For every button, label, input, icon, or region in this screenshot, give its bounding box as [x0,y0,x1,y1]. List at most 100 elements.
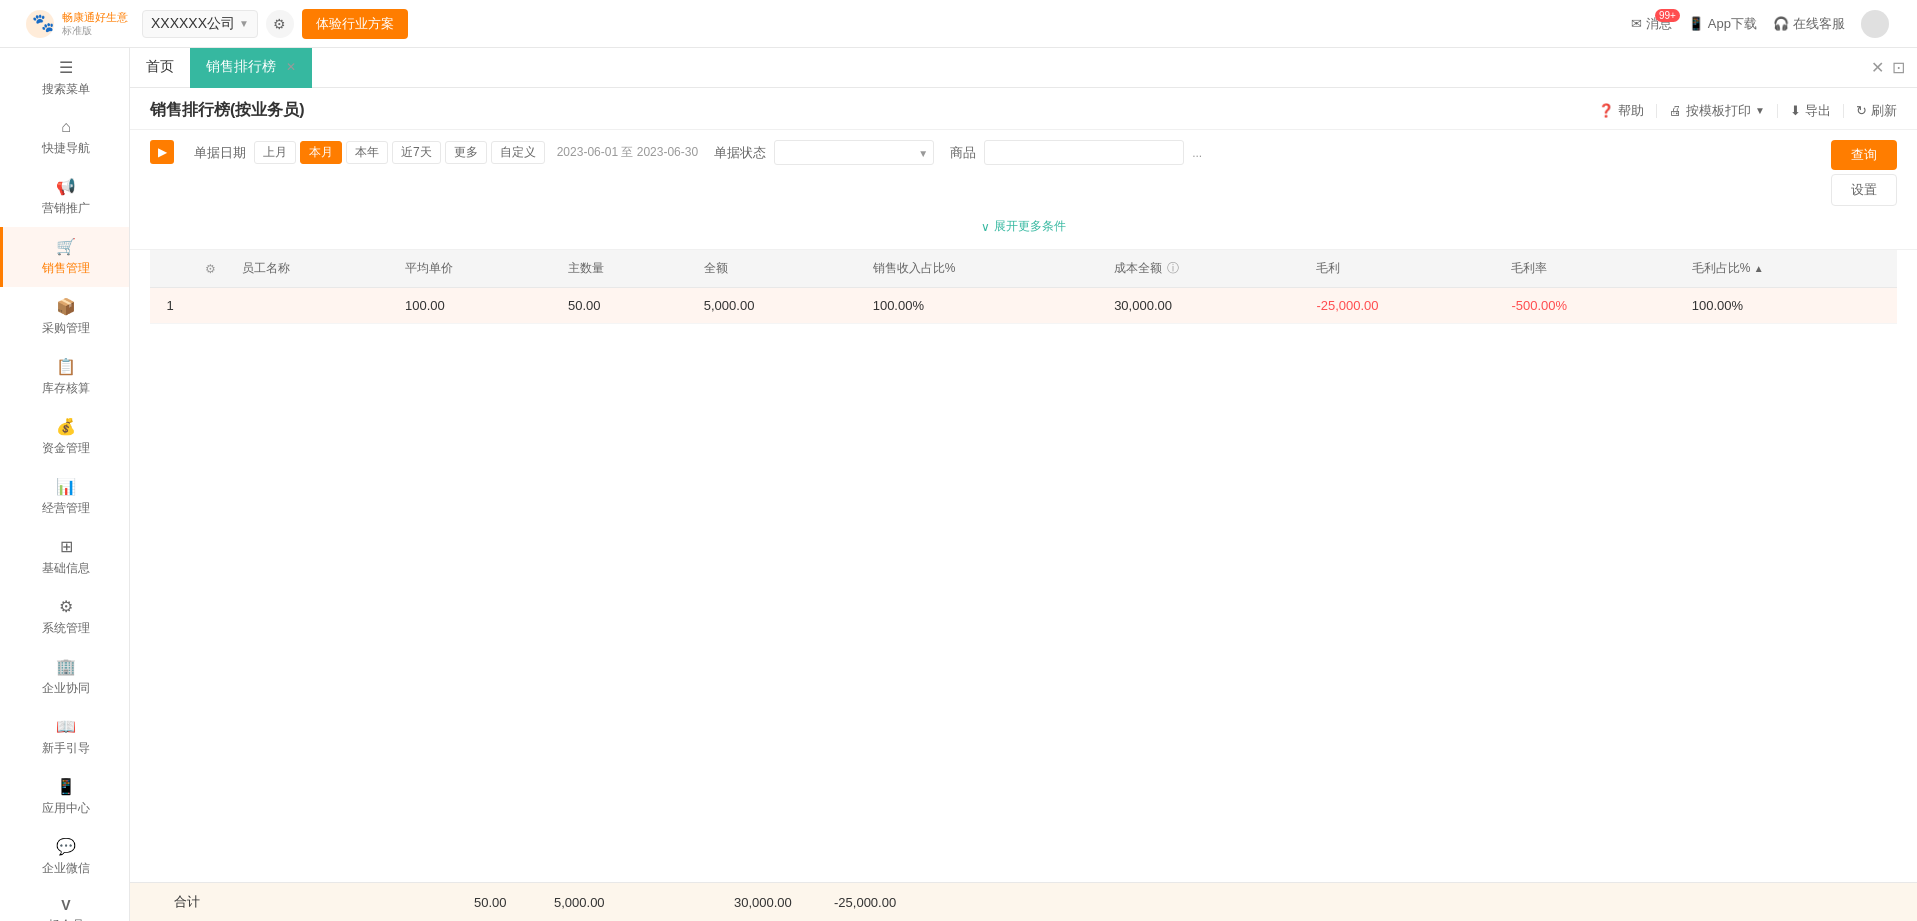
header-divider2 [1777,104,1778,118]
header-divider [1656,104,1657,118]
sidebar-item-inventory[interactable]: 📋 库存核算 [0,347,129,407]
expand-down-icon: ∨ [981,220,990,234]
sidebar-item-enterprise[interactable]: 🏢 企业协同 [0,647,129,707]
footer-label: 合计 [162,893,382,911]
top-bar-right: ✉ 消息 99+ 📱 App下载 🎧 在线客服 [1631,10,1905,38]
sidebar-item-finance[interactable]: 💰 资金管理 [0,407,129,467]
sidebar-item-quick-nav[interactable]: ⌂ 快捷导航 [0,108,129,167]
status-filter-item: 单据状态 [714,140,934,165]
col-gross-rate-header: 毛利率 [1499,250,1679,288]
col-gross-pct-header: 毛利占比% ▲ [1680,250,1897,288]
filter-setting-button[interactable]: 设置 [1831,174,1897,206]
online-service-label: 在线客服 [1793,15,1845,33]
filter-action-buttons: 查询 设置 [1831,140,1897,206]
sidebar-item-guide[interactable]: 📖 新手引导 [0,707,129,767]
page-title: 销售排行榜(按业务员) [150,100,305,121]
status-select[interactable] [774,140,934,165]
gross-pct-sort-icon[interactable]: ▲ [1754,263,1764,274]
app-download-button[interactable]: 📱 App下载 [1688,15,1757,33]
tab-sales-ranking[interactable]: 销售排行榜 ✕ [190,48,312,88]
more-conditions-link[interactable]: ... [1192,146,1202,160]
headset-icon: 🎧 [1773,16,1789,31]
tab-close-all-icon[interactable]: ✕ [1871,58,1884,77]
mobile-icon: 📱 [1688,16,1704,31]
app-download-label: App下载 [1708,15,1757,33]
sidebar-item-sales[interactable]: 🛒 销售管理 [0,227,129,287]
sidebar-item-search[interactable]: ☰ 搜索菜单 [0,48,129,108]
sidebar-item-member[interactable]: V 畅会员 [0,887,129,921]
expand-conditions-button[interactable]: ∨ 展开更多条件 [977,214,1070,239]
col-rank-header [150,250,190,288]
main-content: 销售排行榜(按业务员) ❓ 帮助 🖨 按模板打印 ▼ [130,88,1917,921]
company-name: XXXXXX公司 [151,15,235,33]
app-center-icon: 📱 [56,777,76,796]
goods-input[interactable] [984,140,1184,165]
print-dropdown-icon: ▼ [1755,105,1765,116]
svg-text:🐾: 🐾 [32,12,55,34]
company-selector[interactable]: XXXXXX公司 ▼ [142,10,258,38]
header-divider3 [1843,104,1844,118]
cell-rank: 1 [150,288,190,324]
cell-sales-pct: 100.00% [861,288,1102,324]
member-icon: V [61,897,70,913]
operation-icon: 📊 [56,477,76,496]
cell-qty: 50.00 [556,288,692,324]
export-button[interactable]: ⬇ 导出 [1790,102,1831,120]
table-row: 1 100.00 50.00 5,000.00 100.00% 30,000.0… [150,288,1897,324]
filter-row-1: 单据日期 上月 本月 本年 近7天 更多 自定义 [194,140,1815,165]
date-range-display: 2023-06-01 至 2023-06-30 [557,144,698,161]
cell-gross: -25,000.00 [1304,288,1499,324]
tab-close-icon[interactable]: ✕ [286,60,296,74]
date-filter-item: 单据日期 上月 本月 本年 近7天 更多 自定义 [194,141,698,164]
sales-ranking-table: ⚙ 员工名称 平均单价 主数量 全额 销售收入占比% 成本全额 ⓘ 毛利 毛利率… [150,250,1897,324]
filter-toggle-btn[interactable]: ▶ [150,140,174,164]
settings-button[interactable]: ⚙ [266,10,294,38]
tab-restore-icon[interactable]: ⊡ [1892,58,1905,77]
filter-left: 单据日期 上月 本月 本年 近7天 更多 自定义 [194,140,1815,165]
top-bar: 🐾 畅康通好生意 标准版 XXXXXX公司 ▼ ⚙ 体验行业方案 ✉ 消息 99… [0,0,1917,48]
sidebar-item-system[interactable]: ⚙ 系统管理 [0,587,129,647]
sidebar-item-wechat[interactable]: 💬 企业微信 [0,827,129,887]
period-more[interactable]: 更多 [445,141,487,164]
cell-gross-rate: -500.00% [1499,288,1679,324]
search-order-icon: ☰ [59,58,73,77]
footer-gross: -25,000.00 [822,895,922,910]
print-icon: 🖨 [1669,103,1682,118]
query-button[interactable]: 查询 [1831,140,1897,170]
message-icon: ✉ [1631,16,1642,31]
sidebar-item-operation[interactable]: 📊 经营管理 [0,467,129,527]
cell-gross-pct: 100.00% [1680,288,1897,324]
filter-area: ▶ 单据日期 上月 本月 本年 [130,130,1917,250]
system-icon: ⚙ [59,597,73,616]
refresh-button[interactable]: ↻ 刷新 [1856,102,1897,120]
col-settings-header[interactable]: ⚙ [190,250,230,288]
sidebar: ☰ 搜索菜单 ⌂ 快捷导航 📢 营销推广 🛒 销售管理 📦 采购管理 📋 库 [0,48,130,921]
sidebar-item-app-center[interactable]: 📱 应用中心 [0,767,129,827]
period-last-month[interactable]: 上月 [254,141,296,164]
period-current-year[interactable]: 本年 [346,141,388,164]
template-print-button[interactable]: 🖨 按模板打印 ▼ [1669,102,1765,120]
inventory-icon: 📋 [56,357,76,376]
cost-info-icon[interactable]: ⓘ [1167,261,1179,275]
col-amount-header: 全额 [692,250,861,288]
finance-icon: 💰 [56,417,76,436]
tab-home[interactable]: 首页 [130,48,190,88]
sidebar-item-basic[interactable]: ⊞ 基础信息 [0,527,129,587]
col-qty-header: 主数量 [556,250,692,288]
period-custom[interactable]: 自定义 [491,141,545,164]
goods-filter-item: 商品 ... [950,140,1202,165]
sidebar-item-purchase[interactable]: 📦 采购管理 [0,287,129,347]
date-label: 单据日期 [194,144,246,162]
help-button[interactable]: ❓ 帮助 [1598,102,1644,120]
marketing-icon: 📢 [56,177,76,196]
logo-text: 畅康通好生意 标准版 [62,10,128,37]
sidebar-item-marketing[interactable]: 📢 营销推广 [0,167,129,227]
company-dropdown-arrow: ▼ [239,18,249,29]
user-avatar[interactable] [1861,10,1889,38]
message-button[interactable]: ✉ 消息 99+ [1631,15,1672,33]
try-industry-button[interactable]: 体验行业方案 [302,9,408,39]
col-sales-pct-header: 销售收入占比% [861,250,1102,288]
online-service-button[interactable]: 🎧 在线客服 [1773,15,1845,33]
period-current-month[interactable]: 本月 [300,141,342,164]
period-7days[interactable]: 近7天 [392,141,441,164]
